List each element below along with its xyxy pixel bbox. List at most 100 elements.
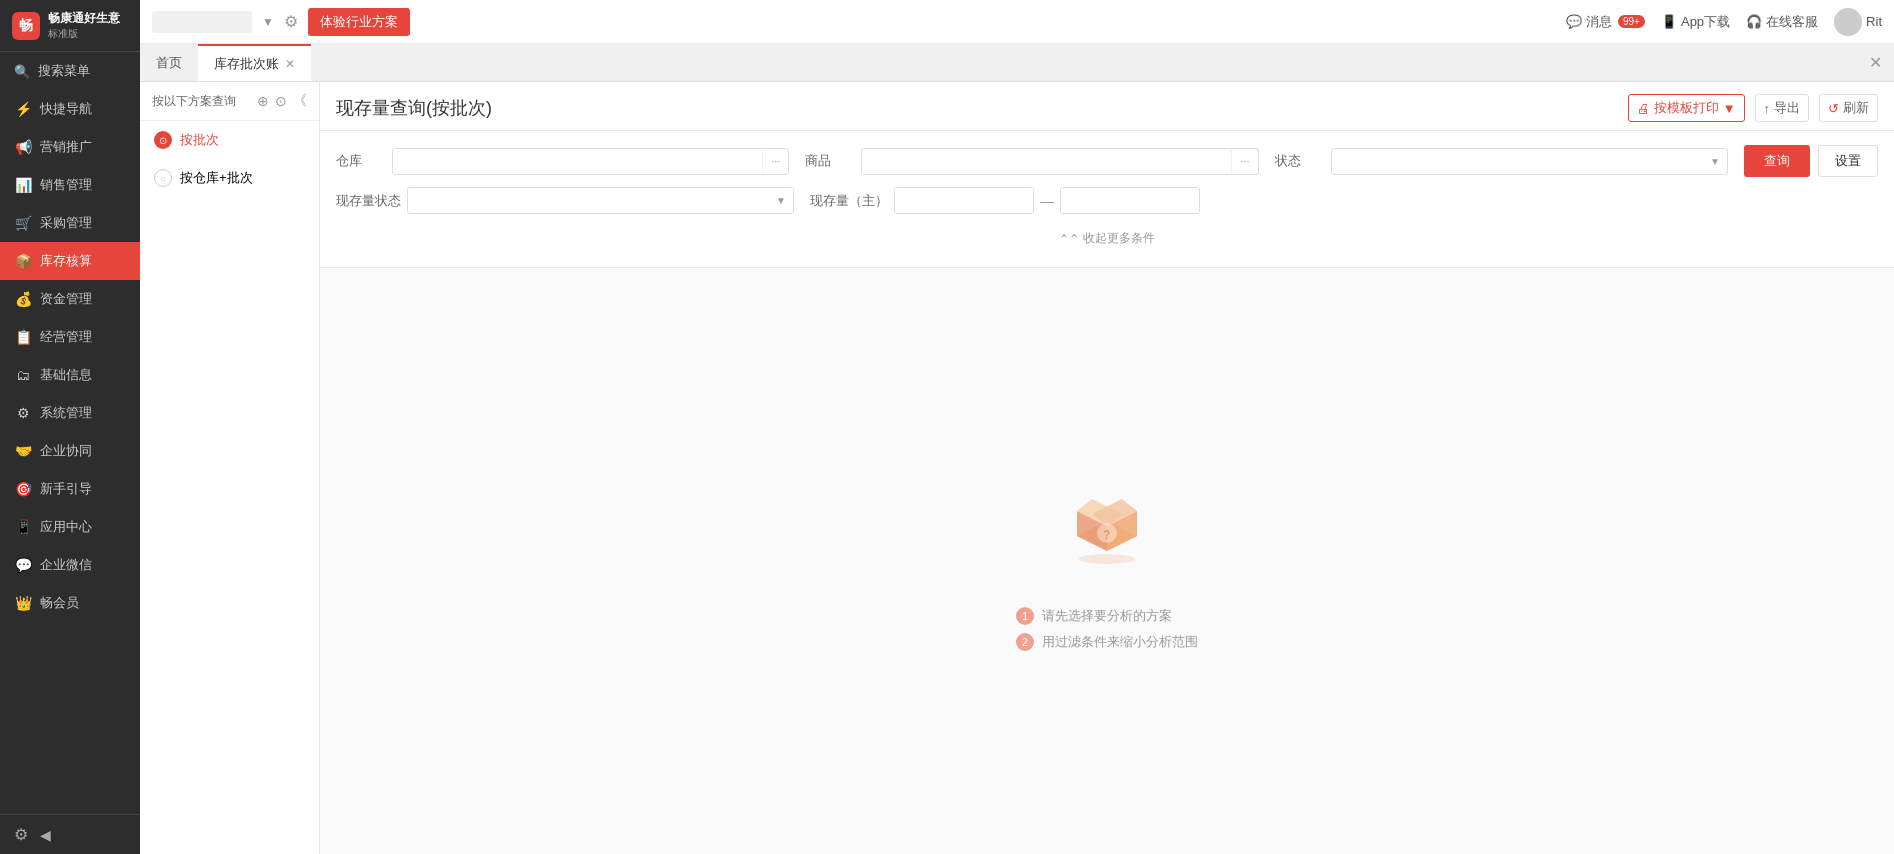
empty-tips: 1 请先选择要分析的方案 2 用过滤条件来缩小分析范围 xyxy=(1016,607,1198,651)
sidebar-item-basic[interactable]: 🗂 基础信息 xyxy=(0,356,140,394)
settings-icon[interactable]: ⚙ xyxy=(14,825,28,844)
goods-input[interactable] xyxy=(862,149,1231,174)
print-btn[interactable]: 🖨 按模板打印 ▼ xyxy=(1628,94,1745,122)
stock-amount-max-input[interactable] xyxy=(1060,187,1200,214)
system-icon: ⚙ xyxy=(14,404,32,422)
business-icon: 📋 xyxy=(14,328,32,346)
messages-badge: 99+ xyxy=(1618,15,1645,28)
sidebar-item-label: 系统管理 xyxy=(40,404,92,422)
collapse-sidebar-icon[interactable]: ◀ xyxy=(40,827,51,843)
tabbar: 首页 库存批次账 ✕ ✕ xyxy=(140,44,1894,82)
collapse-scheme-icon[interactable]: 《 xyxy=(293,92,307,110)
app-download-btn[interactable]: 📱 App下载 xyxy=(1661,13,1730,31)
scheme-panel-title: 按以下方案查询 xyxy=(152,93,236,110)
close-all-tabs-icon[interactable]: ✕ xyxy=(1869,53,1882,72)
collapse-more-btn[interactable]: ⌃⌃ 收起更多条件 xyxy=(336,224,1878,253)
collapse-up-icon: ⌃⌃ xyxy=(1059,232,1079,246)
quick-nav-icon: ⚡ xyxy=(14,100,32,118)
sidebar-item-appstore[interactable]: 📱 应用中心 xyxy=(0,508,140,546)
sidebar-item-inventory[interactable]: 📦 库存核算 xyxy=(0,242,140,280)
topbar-gear-icon[interactable]: ⚙ xyxy=(284,12,298,31)
app-subtitle: 标准版 xyxy=(48,27,120,41)
headset-icon: 🎧 xyxy=(1746,14,1762,29)
scheme-dot-batch: ⊙ xyxy=(154,131,172,149)
goods-more-btn[interactable]: ··· xyxy=(1231,150,1257,172)
add-scheme-icon[interactable]: ⊕ xyxy=(257,93,269,109)
sidebar-item-label: 营销推广 xyxy=(40,138,92,156)
page-header: 现存量查询(按批次) 🖨 按模板打印 ▼ ↑ 导出 ↺ 刷新 xyxy=(320,82,1894,131)
warehouse-more-btn[interactable]: ··· xyxy=(762,150,788,172)
goods-filter: 商品 ··· xyxy=(805,148,1258,175)
settings-scheme-icon[interactable]: ⊙ xyxy=(275,93,287,109)
sidebar-item-wechat[interactable]: 💬 企业微信 xyxy=(0,546,140,584)
sidebar-item-sales[interactable]: 📊 销售管理 xyxy=(0,166,140,204)
online-service-btn[interactable]: 🎧 在线客服 xyxy=(1746,13,1818,31)
sidebar-item-label: 资金管理 xyxy=(40,290,92,308)
search-menu[interactable]: 🔍 搜索菜单 xyxy=(0,52,140,90)
stock-amount-min-input[interactable] xyxy=(894,187,1034,214)
sidebar-item-business[interactable]: 📋 经营管理 xyxy=(0,318,140,356)
messages-btn[interactable]: 💬 消息 99+ xyxy=(1566,13,1645,31)
sidebar-item-label: 畅会员 xyxy=(40,594,79,612)
sidebar-item-guide[interactable]: 🎯 新手引导 xyxy=(0,470,140,508)
filter-settings-btn[interactable]: 设置 xyxy=(1818,145,1878,177)
tab-home[interactable]: 首页 xyxy=(140,44,198,81)
avatar xyxy=(1834,8,1862,36)
sidebar-item-member[interactable]: 👑 畅会员 xyxy=(0,584,140,622)
sidebar-item-label: 采购管理 xyxy=(40,214,92,232)
refresh-btn[interactable]: ↺ 刷新 xyxy=(1819,94,1878,122)
print-dropdown-icon[interactable]: ▼ xyxy=(1723,101,1736,116)
tab-inventory-batch[interactable]: 库存批次账 ✕ xyxy=(198,44,311,81)
inventory-icon: 📦 xyxy=(14,252,32,270)
tab-home-label: 首页 xyxy=(156,54,182,72)
filter-area: 仓库 ··· 商品 ··· 状态 xyxy=(320,131,1894,268)
sidebar-item-label: 库存核算 xyxy=(40,252,92,270)
member-icon: 👑 xyxy=(14,594,32,612)
sidebar-item-purchase[interactable]: 🛒 采购管理 xyxy=(0,204,140,242)
enterprise-icon: 🤝 xyxy=(14,442,32,460)
search-label: 搜索菜单 xyxy=(38,62,90,80)
scheme-item-warehouse-batch-label: 按仓库+批次 xyxy=(180,169,253,187)
phone-icon: 📱 xyxy=(1661,14,1677,29)
sidebar-item-label: 企业微信 xyxy=(40,556,92,574)
nav-dropdown-icon[interactable]: ▼ xyxy=(262,15,274,29)
export-btn[interactable]: ↑ 导出 xyxy=(1755,94,1810,122)
stock-status-filter: 现存量状态 ▼ xyxy=(336,187,794,214)
scheme-item-batch[interactable]: ⊙ 按批次 xyxy=(140,121,319,159)
sidebar-item-quick-nav[interactable]: ⚡ 快捷导航 xyxy=(0,90,140,128)
sidebar-item-label: 基础信息 xyxy=(40,366,92,384)
filter-row-1: 仓库 ··· 商品 ··· 状态 xyxy=(336,145,1878,177)
sidebar-item-enterprise[interactable]: 🤝 企业协同 xyxy=(0,432,140,470)
username-label: Rit xyxy=(1866,14,1882,29)
scheme-dot-warehouse-batch: ○ xyxy=(154,169,172,187)
status-select[interactable] xyxy=(1331,148,1728,175)
stock-amount-filter: 现存量（主） — xyxy=(810,187,1268,214)
empty-tip-1: 1 请先选择要分析的方案 xyxy=(1016,607,1198,625)
sidebar-item-system[interactable]: ⚙ 系统管理 xyxy=(0,394,140,432)
filter-row-2: 现存量状态 ▼ 现存量（主） — xyxy=(336,187,1878,214)
experience-btn[interactable]: 体验行业方案 xyxy=(308,8,410,36)
page-header-actions: 🖨 按模板打印 ▼ ↑ 导出 ↺ 刷新 xyxy=(1628,94,1878,122)
export-icon: ↑ xyxy=(1764,101,1771,116)
goods-label: 商品 xyxy=(805,152,855,170)
stock-status-select[interactable] xyxy=(407,187,794,214)
warehouse-input[interactable] xyxy=(393,149,762,174)
goods-input-wrap: ··· xyxy=(861,148,1258,175)
sidebar-item-label: 快捷导航 xyxy=(40,100,92,118)
tip-num-2: 2 xyxy=(1016,633,1034,651)
tab-close-icon[interactable]: ✕ xyxy=(285,57,295,71)
sidebar-item-marketing[interactable]: 📢 营销推广 xyxy=(0,128,140,166)
user-area[interactable]: Rit xyxy=(1834,8,1882,36)
scheme-item-warehouse-batch[interactable]: ○ 按仓库+批次 xyxy=(140,159,319,197)
sidebar-item-finance[interactable]: 💰 资金管理 xyxy=(0,280,140,318)
stock-amount-dash: — xyxy=(1040,193,1054,209)
content-area: 现存量查询(按批次) 🖨 按模板打印 ▼ ↑ 导出 ↺ 刷新 xyxy=(320,82,1894,854)
stock-amount-label: 现存量（主） xyxy=(810,192,888,210)
empty-state: ? 1 请先选择要分析的方案 2 用过滤条件来缩小分析范围 xyxy=(320,268,1894,854)
tab-inventory-batch-label: 库存批次账 xyxy=(214,55,279,73)
sidebar-footer: ⚙ ◀ xyxy=(0,814,140,854)
wechat-icon: 💬 xyxy=(14,556,32,574)
nav-breadcrumb-input[interactable] xyxy=(152,11,252,33)
query-btn[interactable]: 查询 xyxy=(1744,145,1810,177)
guide-icon: 🎯 xyxy=(14,480,32,498)
